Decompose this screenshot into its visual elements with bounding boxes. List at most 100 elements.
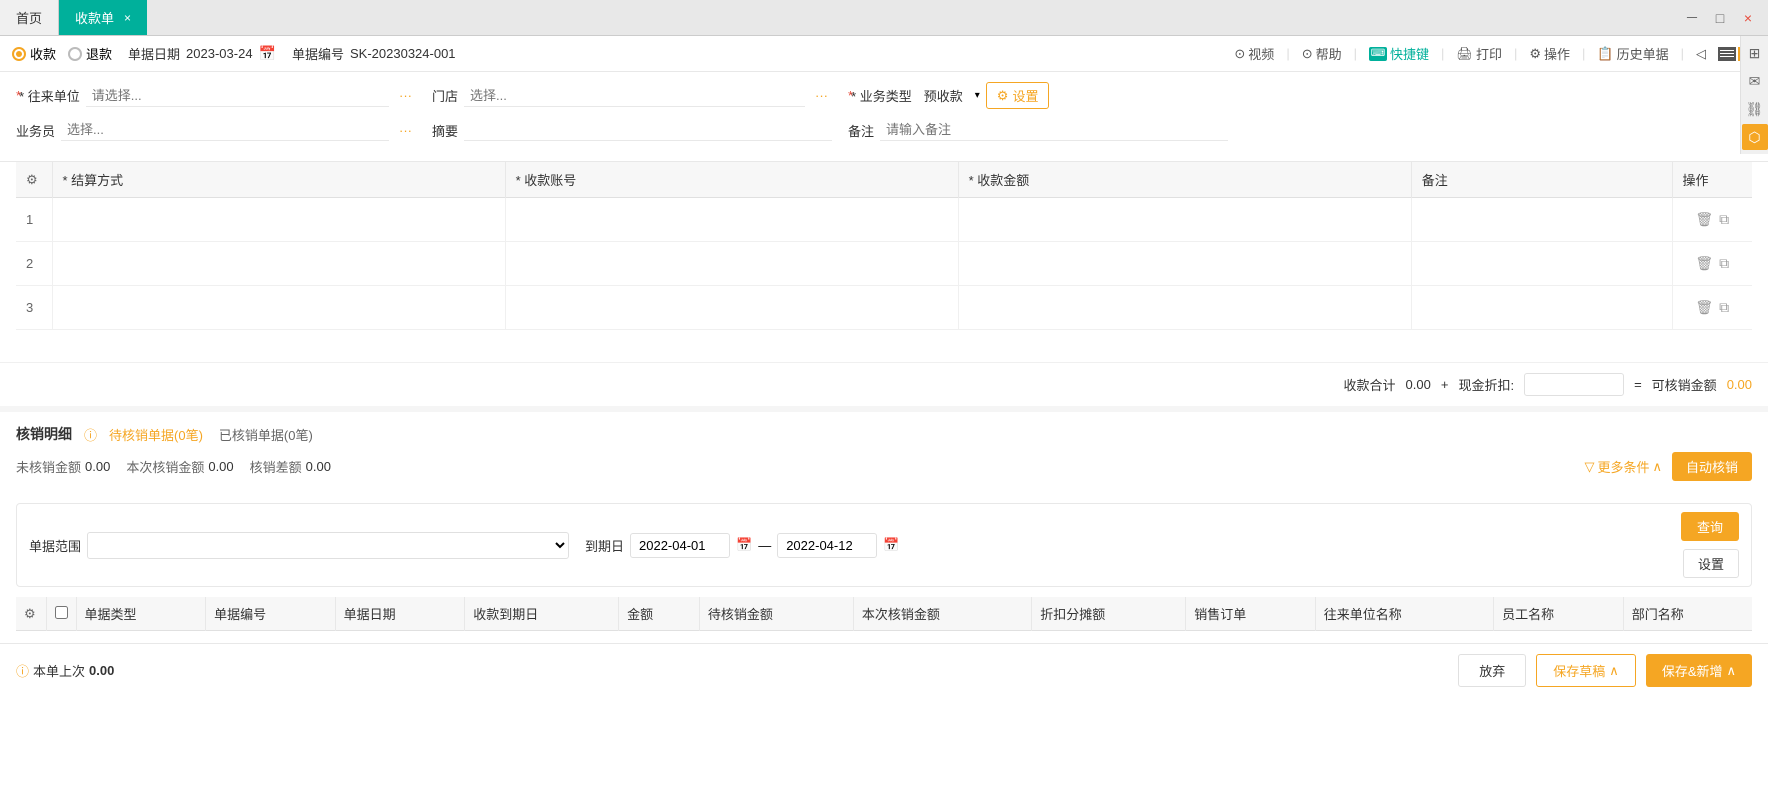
date-label: 单据日期 [128,44,180,63]
tab-home-label: 首页 [16,8,42,27]
date-to-calendar-icon[interactable]: 📅 [883,537,899,553]
print-icon: 🖨 [1456,46,1473,62]
toolbar-right: ⊙ 视频 | ⊙ 帮助 | ⌨ 快捷键 | 🖨 打印 | ⚙ 操作 [1234,44,1756,63]
row-3-copy-icon[interactable]: ⧉ [1719,299,1729,316]
save-new-button[interactable]: 保存&新增 ∧ [1646,654,1752,687]
verify-info-icon[interactable]: ⓘ [84,425,97,444]
footer: ⓘ 本单上次 0.00 放弃 保存草稿 ∧ 保存&新增 ∧ [0,643,1768,697]
filter-settings-button[interactable]: 设置 [1683,549,1739,578]
row-2-delete-icon[interactable]: 🗑 [1695,255,1713,272]
sidebar-link-icon[interactable]: ⛓ [1742,96,1768,122]
prev-button[interactable]: ◁ [1696,46,1706,62]
row-2-copy-icon[interactable]: ⧉ [1719,255,1729,272]
select-all-checkbox[interactable] [55,606,68,619]
tab-active-label: 收款单 [75,8,114,27]
maximize-button[interactable]: □ [1708,6,1732,30]
row-1-settlement[interactable] [52,198,505,242]
business-type-chevron[interactable]: ▾ [975,90,980,101]
range-label: 单据范围 [29,536,81,555]
col-doc-type: 单据类型 [76,597,206,631]
business-type-field: * * 业务类型 预收款 ▾ ⚙ 设置 [848,82,1228,109]
row-1-note[interactable] [1411,198,1672,242]
tab-active[interactable]: 收款单 × [59,0,147,35]
row-3-settlement[interactable] [52,286,505,330]
col-dept-label: 部门名称 [1632,607,1684,622]
sidebar-camera-icon[interactable]: ⬡ [1742,124,1768,150]
sidebar-table-icon[interactable]: ⊞ [1742,40,1768,66]
diff-value: 0.00 [306,459,331,474]
close-button[interactable]: × [1736,6,1760,30]
abandon-button[interactable]: 放弃 [1458,654,1526,687]
pending-tab[interactable]: 待核销单据(0笔) [109,425,203,444]
staff-more-icon[interactable]: ··· [395,123,416,138]
save-draft-label: 保存草稿 [1553,661,1605,680]
col-current-amount-label: 本次核销金额 [862,607,940,622]
row-1-delete-icon[interactable]: 🗑 [1695,211,1713,228]
row-1-amount[interactable] [958,198,1411,242]
range-select[interactable] [87,532,569,559]
counterpart-more-icon[interactable]: ··· [395,88,416,103]
col-pending: 待核销金额 [699,597,853,631]
col-gear-bottom: ⚙ [16,597,46,631]
store-more-icon[interactable]: ··· [811,88,832,103]
table-gear-icon[interactable]: ⚙ [26,172,38,187]
shortcut-button[interactable]: ⌨ 快捷键 [1369,44,1429,63]
print-button[interactable]: 🖨 打印 [1456,44,1502,63]
video-button[interactable]: ⊙ 视频 [1234,44,1274,63]
operation-button[interactable]: ⚙ 操作 [1529,44,1570,63]
sidebar-mail-icon[interactable]: ✉ [1742,68,1768,94]
row-1-num: 1 [16,198,52,242]
date-to-input[interactable] [777,533,877,558]
radio-refund[interactable]: 退款 [68,44,112,63]
carry-value: 0.00 [89,663,114,678]
diff-label: 核销差额 [250,457,302,476]
plus-sign: + [1441,377,1449,392]
more-conditions-button[interactable]: ▽ 更多条件 ∧ [1584,457,1662,476]
row-2-num: 2 [16,242,52,286]
history-icon: 📋 [1597,46,1613,62]
tab-close-icon[interactable]: × [122,9,133,27]
history-button[interactable]: 📋 历史单据 [1597,44,1668,63]
window-controls: － □ × [1680,6,1768,30]
col-note: 备注 [1411,162,1672,198]
counterpart-input[interactable] [86,85,389,107]
save-draft-button[interactable]: 保存草稿 ∧ [1536,654,1636,687]
verify-section: 核销明细 ⓘ 待核销单据(0笔) 已核销单据(0笔) 未核销金额 0.00 本次… [0,406,1768,643]
staff-input[interactable] [61,119,389,141]
col-doc-type-label: 单据类型 [85,607,137,622]
row-1-copy-icon[interactable]: ⧉ [1719,211,1729,228]
row-2-amount[interactable] [958,242,1411,286]
row-3-account[interactable] [505,286,958,330]
query-button[interactable]: 查询 [1681,512,1739,541]
discount-input[interactable] [1524,373,1624,396]
date-from-input[interactable] [630,533,730,558]
row-2-note[interactable] [1411,242,1672,286]
tab-home[interactable]: 首页 [0,0,59,35]
row-1-account[interactable] [505,198,958,242]
calendar-icon[interactable]: 📅 [259,45,276,62]
save-draft-chevron: ∧ [1609,663,1619,679]
radio-receipt[interactable]: 收款 [12,44,56,63]
radio-refund-circle [68,47,82,61]
verify-tabs: 待核销单据(0笔) 已核销单据(0笔) [109,425,313,444]
col-account-label: * 收款账号 [516,173,577,188]
row-3-amount[interactable] [958,286,1411,330]
bottom-gear-icon[interactable]: ⚙ [24,606,36,621]
summary-input[interactable] [464,119,832,141]
note-input[interactable] [880,119,1228,141]
total-label: 收款合计 [1344,375,1396,394]
help-button[interactable]: ⊙ 帮助 [1302,44,1342,63]
auto-verify-button[interactable]: 自动核销 [1672,452,1752,481]
row-2-account[interactable] [505,242,958,286]
date-range-field: 到期日 📅 — 📅 [585,533,1665,558]
minimize-button[interactable]: － [1680,6,1704,30]
done-tab[interactable]: 已核销单据(0笔) [219,425,313,444]
note-field: 备注 [848,119,1228,141]
row-3-delete-icon[interactable]: 🗑 [1695,299,1713,316]
shortcut-icon: ⌨ [1369,47,1387,61]
row-3-note[interactable] [1411,286,1672,330]
date-from-calendar-icon[interactable]: 📅 [736,537,752,553]
settings-button[interactable]: ⚙ 设置 [986,82,1050,109]
store-input[interactable] [464,85,805,107]
row-2-settlement[interactable] [52,242,505,286]
